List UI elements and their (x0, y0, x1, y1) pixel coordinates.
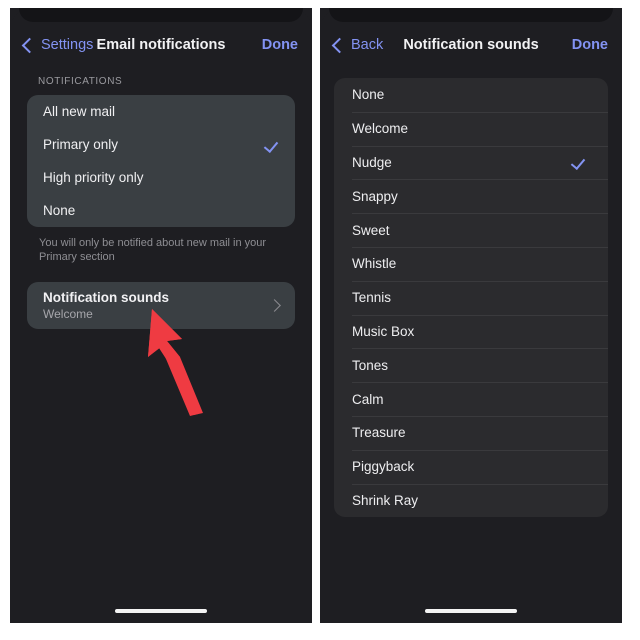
sound-label: Shrink Ray (352, 492, 419, 508)
sound-row-welcome[interactable]: Welcome (334, 111, 608, 146)
sound-row-shrink-ray[interactable]: Shrink Ray (334, 483, 608, 518)
checkmark-icon (572, 155, 586, 169)
sound-label: Snappy (352, 188, 398, 204)
sound-label: Tennis (352, 290, 392, 306)
navbar-left: Settings Email notifications Done (10, 22, 312, 68)
sound-row-none[interactable]: None (334, 78, 608, 112)
section-header-notifications: NOTIFICATIONS (38, 76, 123, 87)
sound-row-nudge[interactable]: Nudge (334, 145, 608, 180)
sound-label: Tones (352, 357, 389, 373)
sound-label: Welcome (352, 121, 409, 137)
sound-row-treasure[interactable]: Treasure (334, 415, 608, 450)
sound-label: None (352, 87, 385, 103)
phone-right: Back Notification sounds Done None Welco… (320, 8, 622, 623)
sound-row-music-box[interactable]: Music Box (334, 314, 608, 349)
sound-label: Piggyback (352, 459, 415, 475)
notification-options-card: All new mail Primary only High priority … (27, 95, 295, 227)
screenshot-stage: Settings Email notifications Done NOTIFI… (0, 0, 640, 640)
sound-label: Calm (352, 391, 384, 407)
back-button[interactable]: Back (331, 37, 384, 53)
notification-sounds-title: Notification sounds (43, 290, 169, 305)
option-label: Primary only (43, 137, 119, 152)
footnote-text: You will only be notified about new mail… (39, 237, 267, 263)
sound-label: Whistle (352, 256, 397, 272)
sound-row-snappy[interactable]: Snappy (334, 179, 608, 213)
sound-label: Treasure (352, 425, 406, 441)
sound-row-tones[interactable]: Tones (334, 348, 608, 382)
chevron-left-icon (21, 37, 38, 53)
phone-notch-left (19, 8, 303, 22)
sound-row-tennis[interactable]: Tennis (334, 280, 608, 315)
sound-label: Nudge (352, 154, 392, 170)
screen-email-notifications: Settings Email notifications Done NOTIFI… (10, 22, 312, 623)
option-label: All new mail (43, 104, 116, 119)
done-button-left[interactable]: Done (262, 37, 298, 53)
notification-sounds-row[interactable]: Notification sounds Welcome (27, 282, 295, 329)
phone-left: Settings Email notifications Done NOTIFI… (10, 8, 312, 623)
option-row-high-priority-only[interactable]: High priority only (27, 161, 295, 194)
sound-row-calm[interactable]: Calm (334, 382, 608, 416)
home-indicator-right (425, 608, 517, 613)
option-row-none[interactable]: None (27, 194, 295, 227)
option-label: None (43, 203, 76, 218)
screen-notification-sounds: Back Notification sounds Done None Welco… (320, 22, 622, 623)
chevron-right-icon (268, 299, 281, 312)
notification-sounds-texts: Notification sounds Welcome (43, 290, 169, 321)
done-button-right[interactable]: Done (572, 37, 608, 53)
sound-row-whistle[interactable]: Whistle (334, 246, 608, 281)
back-button-label: Back (351, 37, 384, 53)
home-indicator-left (115, 608, 207, 613)
checkmark-icon (265, 138, 279, 152)
sound-label: Sweet (352, 222, 390, 238)
sound-row-piggyback[interactable]: Piggyback (334, 449, 608, 484)
navbar-right: Back Notification sounds Done (320, 22, 622, 68)
chevron-left-icon (331, 37, 348, 53)
option-row-primary-only[interactable]: Primary only (27, 128, 295, 161)
notification-sounds-value: Welcome (43, 307, 93, 321)
back-to-settings-button[interactable]: Settings (21, 37, 94, 53)
phone-notch-right (329, 8, 613, 22)
sound-row-sweet[interactable]: Sweet (334, 213, 608, 247)
option-row-all-new-mail[interactable]: All new mail (27, 95, 295, 128)
sound-label: Music Box (352, 323, 415, 339)
back-button-label: Settings (41, 37, 94, 53)
sound-list: None Welcome Nudge Snappy Sweet Whistle (334, 78, 608, 518)
option-label: High priority only (43, 170, 144, 185)
